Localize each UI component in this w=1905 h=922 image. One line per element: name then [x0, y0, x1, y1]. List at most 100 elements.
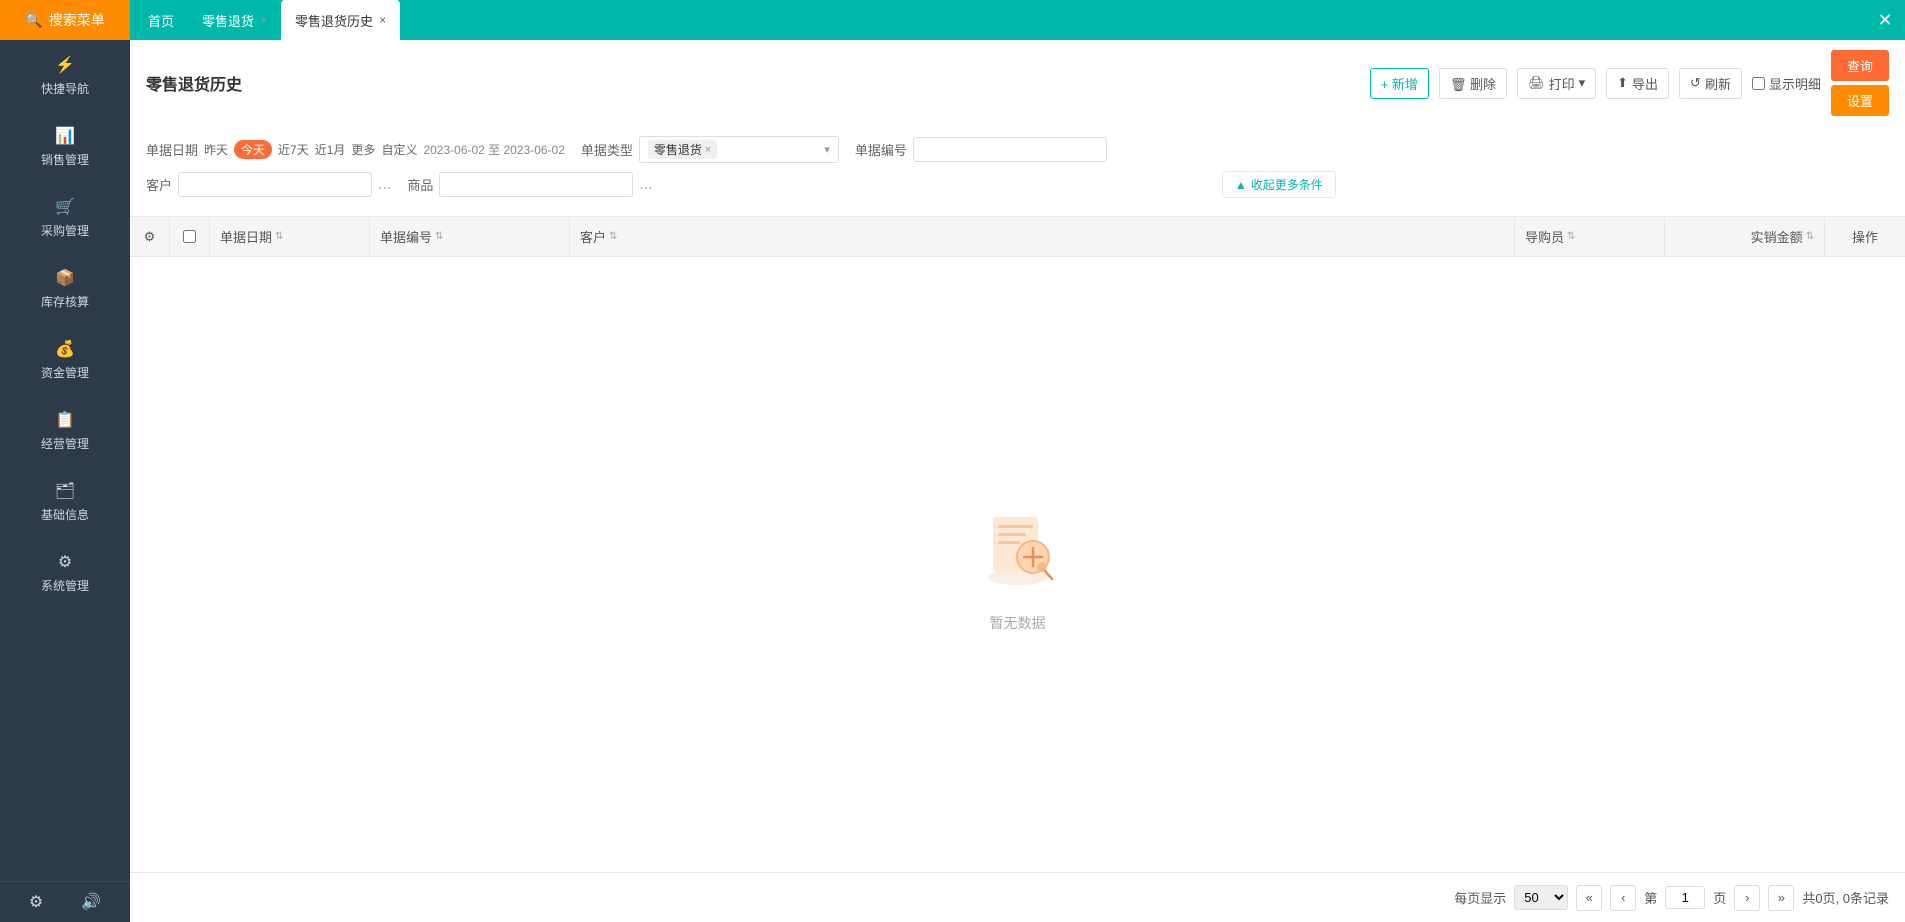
search-menu-area[interactable]: 🔍 搜索菜单 [0, 0, 130, 40]
page-number-input[interactable]: 1 [1665, 886, 1705, 909]
tab-retail-return[interactable]: 零售退货 × [188, 0, 281, 40]
last-page-button[interactable]: » [1768, 885, 1794, 911]
add-button[interactable]: + 新增 [1370, 68, 1429, 99]
export-button[interactable]: ⬆ 导出 [1606, 68, 1669, 99]
empty-state: 暂无数据 [130, 257, 1905, 872]
filter-row-1: 单据日期 昨天 今天 近7天 近1月 更多 自定义 2023-06-02 至 2… [146, 136, 1889, 163]
date-filter: 单据日期 昨天 今天 近7天 近1月 更多 自定义 2023-06-02 至 2… [146, 140, 565, 159]
sidebar-item-sales-mgmt[interactable]: 📊 销售管理 [0, 111, 130, 182]
tab-retail-return-history-close[interactable]: × [379, 13, 386, 27]
more-btn[interactable]: 更多 [351, 141, 375, 158]
sidebar-item-sys-mgmt[interactable]: ⚙ 系统管理 [0, 537, 130, 608]
table-header: ⚙ 单据日期 ⇅ 单据编号 ⇅ 客户 ⇅ 导购员 ⇅ [130, 217, 1905, 257]
print-arrow-icon: ▾ [1579, 75, 1586, 91]
th-guide[interactable]: 导购员 ⇅ [1515, 217, 1665, 256]
last7days-btn[interactable]: 近7天 [278, 141, 309, 158]
sidebar-item-finance[interactable]: 💰 资金管理 [0, 324, 130, 395]
tabs-area: 首页 零售退货 × 零售退货历史 × [130, 0, 1865, 40]
per-page-label: 每页显示 [1454, 888, 1506, 907]
tab-retail-return-history[interactable]: 零售退货历史 × [281, 0, 400, 40]
custom-btn[interactable]: 自定义 [381, 141, 417, 158]
next-page-button[interactable]: › [1734, 885, 1760, 911]
refresh-label: 刷新 [1705, 74, 1731, 93]
amount-sort-icon: ⇅ [1806, 231, 1814, 242]
tab-retail-return-close[interactable]: × [260, 13, 267, 27]
th-order-num[interactable]: 单据编号 ⇅ [370, 217, 570, 256]
type-filter: 单据类型 零售退货 × ▾ [581, 136, 839, 163]
collapse-button[interactable]: ▲ 收起更多条件 [1222, 171, 1336, 198]
table-container: ⚙ 单据日期 ⇅ 单据编号 ⇅ 客户 ⇅ 导购员 ⇅ [130, 217, 1905, 872]
th-amount[interactable]: 实销金额 ⇅ [1665, 217, 1825, 256]
tab-retail-return-history-label: 零售退货历史 [295, 11, 373, 30]
tab-home[interactable]: 首页 [134, 0, 188, 40]
total-info: 共0页, 0条记录 [1802, 888, 1889, 907]
sidebar-item-label: 采购管理 [41, 222, 89, 239]
tab-home-label: 首页 [148, 11, 174, 30]
first-page-button[interactable]: « [1576, 885, 1602, 911]
th-settings[interactable]: ⚙ [130, 217, 170, 256]
date-filter-label: 单据日期 [146, 140, 198, 159]
type-select[interactable]: 零售退货 × ▾ [639, 136, 839, 163]
today-btn[interactable]: 今天 [234, 140, 272, 159]
quick-nav-icon: ⚡ [54, 54, 76, 76]
goods-filter: 商品 ... [407, 172, 652, 197]
customer-filter: 客户 ... [146, 172, 391, 197]
page-title: 零售退货历史 [146, 71, 242, 95]
operations-icon: 📋 [54, 409, 76, 431]
close-icon: ✕ [1877, 10, 1892, 31]
type-tag-close[interactable]: × [705, 144, 711, 156]
refresh-button[interactable]: ↺ 刷新 [1679, 68, 1742, 99]
yesterday-btn[interactable]: 昨天 [204, 141, 228, 158]
sys-mgmt-icon: ⚙ [54, 551, 76, 573]
type-filter-label: 单据类型 [581, 140, 633, 159]
last1month-btn[interactable]: 近1月 [315, 141, 346, 158]
content-area: 零售退货历史 + 新增 🗑 删除 🖨 打印 ▾ ⬆ 导出 ↺ [130, 40, 1905, 922]
window-close-button[interactable]: ✕ [1865, 0, 1905, 40]
search-menu-label: 搜索菜单 [49, 10, 105, 30]
customer-filter-label: 客户 [146, 175, 172, 194]
sidebar-item-purchase-mgmt[interactable]: 🛒 采购管理 [0, 182, 130, 253]
purchase-mgmt-icon: 🛒 [54, 196, 76, 218]
search-icon: 🔍 [25, 12, 42, 29]
per-page-select[interactable]: 20 50 100 [1514, 885, 1568, 910]
sidebar-item-quick-nav[interactable]: ⚡ 快捷导航 [0, 40, 130, 111]
type-select-arrow: ▾ [824, 143, 830, 156]
show-detail-checkbox[interactable] [1752, 77, 1765, 90]
filter-settings-button[interactable]: 设置 [1831, 85, 1889, 116]
sidebar-item-label: 基础信息 [41, 506, 89, 523]
sidebar-item-label: 库存核算 [41, 293, 89, 310]
guide-sort-icon: ⇅ [1567, 231, 1575, 242]
settings-bottom-icon[interactable]: ⚙ [29, 892, 43, 912]
collapse-area: ▲ 收起更多条件 [669, 171, 1889, 198]
customer-input[interactable] [178, 172, 372, 197]
query-button[interactable]: 查询 [1831, 50, 1889, 81]
date-shortcuts: 昨天 今天 近7天 近1月 更多 自定义 [204, 140, 417, 159]
print-label: 打印 [1549, 74, 1575, 93]
show-detail-checkbox-label[interactable]: 显示明细 [1752, 74, 1821, 93]
goods-input[interactable] [439, 172, 633, 197]
th-action: 操作 [1825, 217, 1905, 256]
main-layout: ⚡ 快捷导航 📊 销售管理 🛒 采购管理 📦 库存核算 💰 资金管理 📋 经营管… [0, 40, 1905, 922]
collapse-label: 收起更多条件 [1251, 176, 1323, 193]
th-customer[interactable]: 客户 ⇅ [570, 217, 1515, 256]
th-customer-label: 客户 [580, 227, 606, 246]
sidebar-item-operations[interactable]: 📋 经营管理 [0, 395, 130, 466]
delete-button[interactable]: 🗑 删除 [1439, 68, 1507, 99]
print-button[interactable]: 🖨 打印 ▾ [1517, 68, 1596, 99]
th-date[interactable]: 单据日期 ⇅ [210, 217, 370, 256]
type-tag: 零售退货 × [648, 140, 717, 159]
filter-row-2: 客户 ... 商品 ... ▲ 收起更多条件 [146, 171, 1889, 198]
page-label: 第 [1644, 888, 1657, 907]
sidebar-item-inventory[interactable]: 📦 库存核算 [0, 253, 130, 324]
empty-text: 暂无数据 [990, 613, 1046, 633]
sidebar-item-label: 销售管理 [41, 151, 89, 168]
toolbar: + 新增 🗑 删除 🖨 打印 ▾ ⬆ 导出 ↺ 刷新 [1370, 50, 1889, 116]
order-num-input[interactable] [913, 137, 1107, 162]
select-all-checkbox[interactable] [183, 230, 196, 243]
customer-dots[interactable]: ... [378, 176, 391, 194]
volume-icon[interactable]: 🔊 [81, 892, 101, 912]
prev-page-button[interactable]: ‹ [1610, 885, 1636, 911]
sidebar-item-base-info[interactable]: 🗂 基础信息 [0, 466, 130, 537]
goods-dots[interactable]: ... [639, 176, 652, 194]
th-checkbox[interactable] [170, 217, 210, 256]
